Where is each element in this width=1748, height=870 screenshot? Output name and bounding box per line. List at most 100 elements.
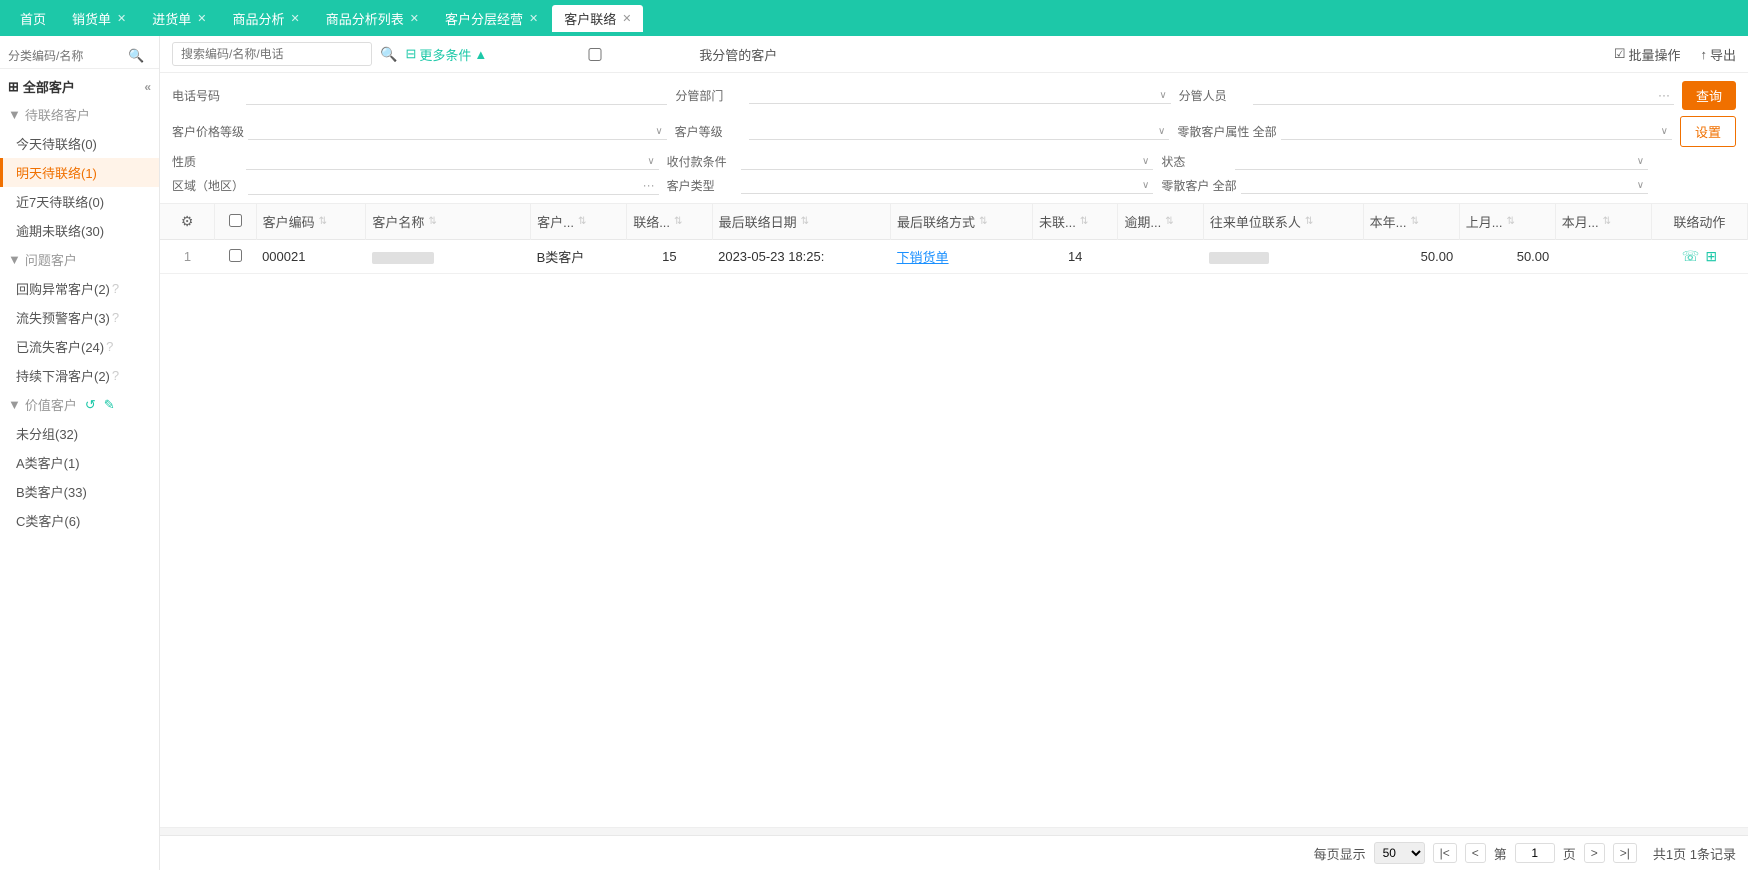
- row-code: 000021: [256, 240, 366, 274]
- table-header-row: ⚙ 客户编码 ⇅ 客户名称: [160, 204, 1748, 240]
- th-overdue[interactable]: 逾期... ⇅: [1118, 204, 1203, 240]
- sidebar-item-lost[interactable]: 已流失客户(24) ?: [0, 332, 159, 361]
- person-select[interactable]: ···: [1253, 86, 1674, 105]
- adv-filter-row-4: 区域（地区） ··· 客户类型 ∨ 零散客户 全部 ∨: [172, 176, 1736, 195]
- nature-select[interactable]: ∨: [246, 154, 659, 170]
- row-checkbox[interactable]: [229, 249, 242, 262]
- th-year[interactable]: 本年... ⇅: [1363, 204, 1459, 240]
- sidebar-item-tomorrow[interactable]: 明天待联络(1): [0, 158, 159, 187]
- th-checkbox[interactable]: [215, 204, 256, 240]
- th-last-month[interactable]: 上月... ⇅: [1459, 204, 1555, 240]
- price-level-select[interactable]: ∨: [248, 124, 667, 140]
- per-page-select[interactable]: 50 100 200: [1374, 842, 1425, 864]
- sidebar-pending-group: ▼ 待联络客户: [0, 100, 159, 129]
- next-page-btn[interactable]: >: [1584, 843, 1605, 863]
- close-icon[interactable]: ✕: [117, 12, 126, 25]
- sidebar: 🔍 ⊞ 全部客户 « ▼ 待联络客户 今天待联络(0) 明天待联络(1) 近7天…: [0, 36, 160, 870]
- search-input[interactable]: [172, 42, 372, 66]
- last-page-btn[interactable]: >|: [1613, 843, 1637, 863]
- more-conditions-btn[interactable]: ⊟ 更多条件 ▲: [405, 45, 487, 64]
- th-unit-contact[interactable]: 往来单位联系人 ⇅: [1203, 204, 1363, 240]
- sidebar-item-overdue[interactable]: 逾期未联络(30): [0, 216, 159, 245]
- grid-action-icon[interactable]: ⊞: [1705, 248, 1717, 265]
- sidebar-problem-group: ▼ 问题客户: [0, 245, 159, 274]
- customer-type-select[interactable]: ∨: [741, 178, 1154, 194]
- nav-product-analysis-list[interactable]: 商品分析列表 ✕: [314, 5, 431, 32]
- customer-table: ⚙ 客户编码 ⇅ 客户名称: [160, 204, 1748, 274]
- refresh-icon[interactable]: ↺: [85, 397, 96, 413]
- page-number-input[interactable]: [1515, 843, 1555, 863]
- nav-customer-tier[interactable]: 客户分层经营 ✕: [433, 5, 550, 32]
- query-button[interactable]: 查询: [1682, 81, 1736, 110]
- region-select[interactable]: ···: [248, 176, 659, 195]
- main-layout: 🔍 ⊞ 全部客户 « ▼ 待联络客户 今天待联络(0) 明天待联络(1) 近7天…: [0, 36, 1748, 870]
- filter-bar: 🔍 ⊟ 更多条件 ▲ 我分管的客户 ☑ 批量操作 ↑ 导出: [160, 36, 1748, 73]
- adv-field-retail: 零散客户 全部 ∨: [1161, 177, 1648, 194]
- sidebar-item-ungroup[interactable]: 未分组(32): [0, 419, 159, 448]
- customer-level-select[interactable]: ∨: [749, 124, 1170, 140]
- batch-op-button[interactable]: ☑ 批量操作: [1614, 45, 1681, 64]
- sidebar-item-declining[interactable]: 持续下滑客户(2) ?: [0, 361, 159, 390]
- th-name[interactable]: 客户名称 ⇅: [366, 204, 531, 240]
- status-select[interactable]: ∨: [1235, 154, 1648, 170]
- th-uncontact[interactable]: 未联... ⇅: [1032, 204, 1117, 240]
- batch-icon: ☑: [1614, 46, 1626, 62]
- nav-home[interactable]: 首页: [8, 5, 58, 32]
- th-this-month[interactable]: 本月... ⇅: [1555, 204, 1651, 240]
- adv-field-person: 分管人员 ···: [1179, 86, 1674, 105]
- all-customers-title[interactable]: ⊞ 全部客户 «: [0, 73, 159, 100]
- retail-select[interactable]: ∨: [1241, 178, 1648, 194]
- th-last-date[interactable]: 最后联络日期 ⇅: [712, 204, 890, 240]
- close-icon[interactable]: ✕: [197, 12, 206, 25]
- th-code[interactable]: 客户编码 ⇅: [256, 204, 366, 240]
- last-way-link[interactable]: 下销货单: [897, 250, 949, 265]
- close-icon[interactable]: ✕: [529, 12, 538, 25]
- search-icon[interactable]: 🔍: [380, 46, 397, 63]
- sidebar-search-icon[interactable]: 🔍: [128, 48, 144, 64]
- retail-attr-select[interactable]: ∨: [1281, 124, 1672, 140]
- th-contact[interactable]: 联络... ⇅: [627, 204, 712, 240]
- table-footer: 每页显示 50 100 200 |< < 第 页 > >| 共1页 1条记录: [160, 835, 1748, 870]
- select-all-checkbox[interactable]: [229, 214, 242, 227]
- row-name: ████████: [366, 240, 531, 274]
- dots-icon: ···: [643, 178, 655, 192]
- sort-icon: ⇅: [1165, 216, 1173, 227]
- phone-action-icon[interactable]: ☏: [1682, 248, 1700, 265]
- horizontal-scrollbar[interactable]: [160, 827, 1748, 835]
- row-check[interactable]: [215, 240, 256, 274]
- export-button[interactable]: ↑ 导出: [1700, 45, 1736, 64]
- sort-icon: ⇅: [319, 216, 327, 227]
- nav-customer-contact[interactable]: 客户联络 ✕: [552, 5, 643, 32]
- gear-icon[interactable]: ⚙: [181, 213, 194, 229]
- my-customers-checkbox[interactable]: [495, 48, 695, 61]
- th-gear[interactable]: ⚙: [160, 204, 215, 240]
- sidebar-item-lost-warning[interactable]: 流失预警客户(3) ?: [0, 303, 159, 332]
- adv-field-status: 状态 ∨: [1161, 153, 1648, 170]
- sidebar-search-input[interactable]: [8, 49, 128, 63]
- th-last-way[interactable]: 最后联络方式 ⇅: [891, 204, 1033, 240]
- reset-button[interactable]: 设置: [1680, 116, 1736, 147]
- dept-select[interactable]: ∨: [749, 88, 1170, 104]
- payment-select[interactable]: ∨: [741, 154, 1154, 170]
- chevron-down-icon: ∨: [1661, 126, 1668, 137]
- sidebar-item-class-b[interactable]: B类客户(33): [0, 477, 159, 506]
- chevron-down-icon: ∨: [1142, 156, 1149, 167]
- chevron-down-icon: ∨: [1637, 180, 1644, 191]
- sidebar-item-repurchase-abnormal[interactable]: 回购异常客户(2) ?: [0, 274, 159, 303]
- sidebar-item-class-c[interactable]: C类客户(6): [0, 506, 159, 535]
- close-icon[interactable]: ✕: [291, 12, 300, 25]
- nav-purchase-order[interactable]: 进货单 ✕: [140, 5, 218, 32]
- content-area: 🔍 ⊟ 更多条件 ▲ 我分管的客户 ☑ 批量操作 ↑ 导出: [160, 36, 1748, 870]
- nav-product-analysis[interactable]: 商品分析 ✕: [220, 5, 311, 32]
- nav-sales-order[interactable]: 销货单 ✕: [60, 5, 138, 32]
- close-icon[interactable]: ✕: [410, 12, 419, 25]
- edit-icon[interactable]: ✎: [104, 397, 115, 413]
- sidebar-item-today[interactable]: 今天待联络(0): [0, 129, 159, 158]
- prev-page-btn[interactable]: <: [1465, 843, 1486, 863]
- th-type[interactable]: 客户... ⇅: [531, 204, 627, 240]
- close-icon[interactable]: ✕: [622, 12, 631, 25]
- sidebar-item-class-a[interactable]: A类客户(1): [0, 448, 159, 477]
- phone-input[interactable]: [246, 86, 667, 105]
- first-page-btn[interactable]: |<: [1433, 843, 1457, 863]
- sidebar-item-7days[interactable]: 近7天待联络(0): [0, 187, 159, 216]
